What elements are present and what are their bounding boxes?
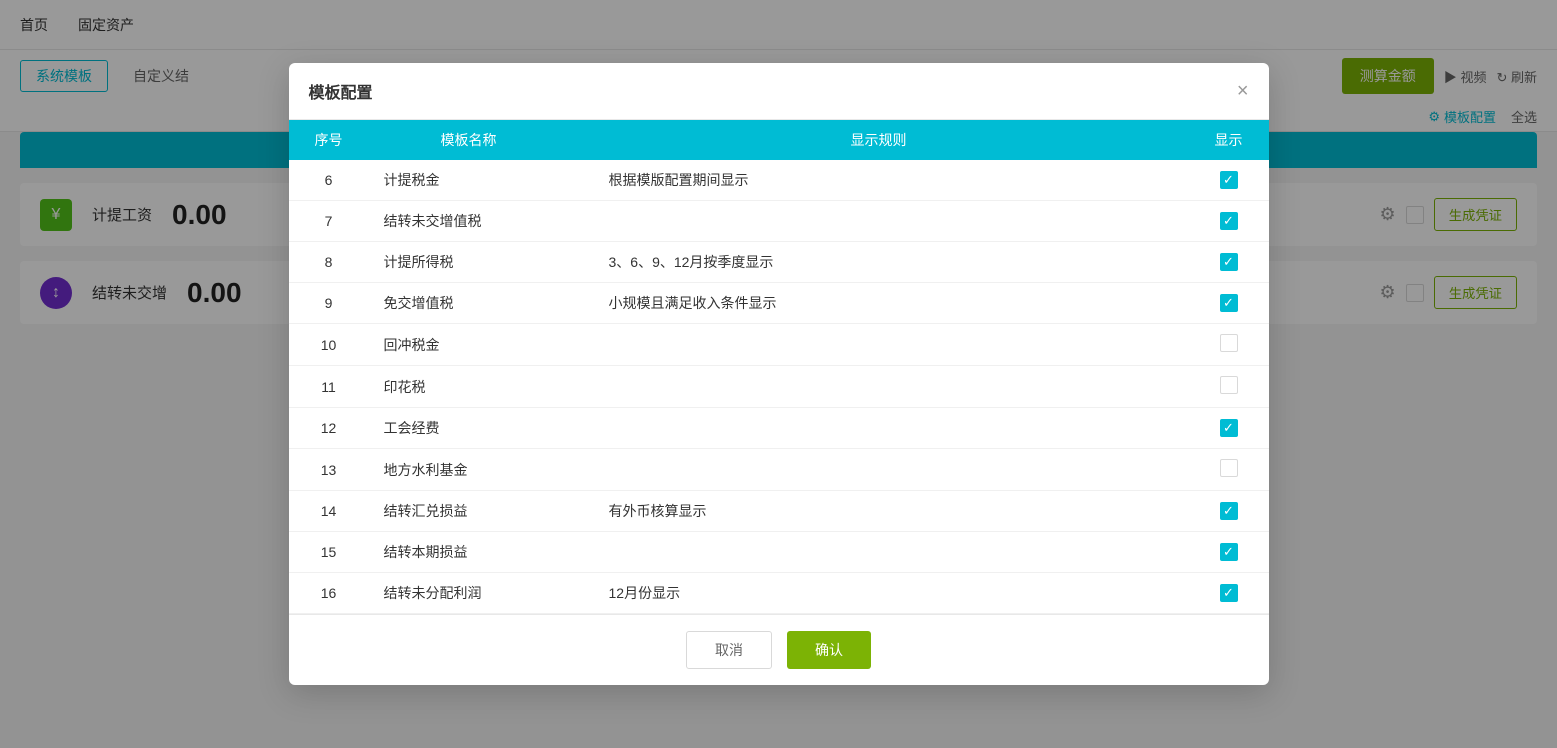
row-display-cell	[1189, 366, 1269, 408]
dialog-body: 序号 模板名称 显示规则 显示 6计提税金根据模版配置期间显示✓7结转未交增值税…	[289, 120, 1269, 614]
row-display-cell: ✓	[1189, 532, 1269, 573]
row-checkbox[interactable]: ✓	[1220, 253, 1238, 271]
row-rule: 有外币核算显示	[569, 491, 1189, 532]
table-header-row: 序号 模板名称 显示规则 显示	[289, 120, 1269, 160]
table-row: 15结转本期损益 ✓	[289, 532, 1269, 573]
row-rule	[569, 449, 1189, 491]
row-name: 计提税金	[369, 160, 569, 201]
table-row: 10回冲税金	[289, 324, 1269, 366]
row-rule: 小规模且满足收入条件显示	[569, 283, 1189, 324]
row-seq: 14	[289, 491, 369, 532]
row-name: 回冲税金	[369, 324, 569, 366]
row-seq: 11	[289, 366, 369, 408]
row-rule: 3、6、9、12月按季度显示	[569, 242, 1189, 283]
row-seq: 12	[289, 408, 369, 449]
row-display-cell: ✓	[1189, 201, 1269, 242]
row-rule	[569, 324, 1189, 366]
col-display: 显示	[1189, 120, 1269, 160]
row-checkbox[interactable]	[1220, 376, 1238, 394]
dialog-header: 模板配置 ×	[289, 63, 1269, 120]
row-seq: 9	[289, 283, 369, 324]
row-display-cell: ✓	[1189, 160, 1269, 201]
row-seq: 16	[289, 573, 369, 614]
row-display-cell: ✓	[1189, 573, 1269, 614]
col-rule: 显示规则	[569, 120, 1189, 160]
col-name: 模板名称	[369, 120, 569, 160]
table-row: 13地方水利基金	[289, 449, 1269, 491]
row-seq: 13	[289, 449, 369, 491]
row-display-cell: ✓	[1189, 491, 1269, 532]
row-checkbox[interactable]	[1220, 334, 1238, 352]
table-row: 11印花税	[289, 366, 1269, 408]
dialog-close-button[interactable]: ×	[1237, 81, 1249, 101]
row-name: 地方水利基金	[369, 449, 569, 491]
row-display-cell	[1189, 324, 1269, 366]
row-rule	[569, 408, 1189, 449]
table-row: 6计提税金根据模版配置期间显示 ✓	[289, 160, 1269, 201]
table-row: 12工会经费 ✓	[289, 408, 1269, 449]
modal-overlay: 模板配置 × 序号 模板名称 显示规则 显示 6计提税金根据模版配置期间显	[0, 0, 1557, 748]
row-rule: 根据模版配置期间显示	[569, 160, 1189, 201]
table-row: 7结转未交增值税 ✓	[289, 201, 1269, 242]
row-checkbox[interactable]: ✓	[1220, 419, 1238, 437]
row-rule	[569, 532, 1189, 573]
row-name: 计提所得税	[369, 242, 569, 283]
row-name: 免交增值税	[369, 283, 569, 324]
row-rule	[569, 366, 1189, 408]
row-checkbox[interactable]: ✓	[1220, 171, 1238, 189]
row-display-cell: ✓	[1189, 408, 1269, 449]
row-name: 工会经费	[369, 408, 569, 449]
row-display-cell: ✓	[1189, 283, 1269, 324]
table-row: 14结转汇兑损益有外币核算显示 ✓	[289, 491, 1269, 532]
row-display-cell	[1189, 449, 1269, 491]
row-display-cell: ✓	[1189, 242, 1269, 283]
row-name: 结转汇兑损益	[369, 491, 569, 532]
cancel-button[interactable]: 取消	[686, 631, 772, 669]
row-seq: 15	[289, 532, 369, 573]
row-seq: 7	[289, 201, 369, 242]
col-seq: 序号	[289, 120, 369, 160]
config-table-body: 6计提税金根据模版配置期间显示✓7结转未交增值税✓8计提所得税3、6、9、12月…	[289, 160, 1269, 614]
row-checkbox[interactable]: ✓	[1220, 584, 1238, 602]
confirm-button[interactable]: 确认	[787, 631, 871, 669]
dialog-title: 模板配置	[309, 79, 373, 103]
table-row: 9免交增值税小规模且满足收入条件显示 ✓	[289, 283, 1269, 324]
row-seq: 6	[289, 160, 369, 201]
dialog-footer: 取消 确认	[289, 614, 1269, 685]
row-name: 结转未分配利润	[369, 573, 569, 614]
row-checkbox[interactable]: ✓	[1220, 543, 1238, 561]
row-rule: 12月份显示	[569, 573, 1189, 614]
table-scroll-area[interactable]: 序号 模板名称 显示规则 显示 6计提税金根据模版配置期间显示✓7结转未交增值税…	[289, 120, 1269, 614]
row-checkbox[interactable]	[1220, 459, 1238, 477]
row-seq: 10	[289, 324, 369, 366]
template-config-dialog: 模板配置 × 序号 模板名称 显示规则 显示 6计提税金根据模版配置期间显	[289, 63, 1269, 685]
table-row: 8计提所得税3、6、9、12月按季度显示 ✓	[289, 242, 1269, 283]
row-name: 印花税	[369, 366, 569, 408]
row-seq: 8	[289, 242, 369, 283]
row-checkbox[interactable]: ✓	[1220, 294, 1238, 312]
row-name: 结转未交增值税	[369, 201, 569, 242]
row-checkbox[interactable]: ✓	[1220, 502, 1238, 520]
row-name: 结转本期损益	[369, 532, 569, 573]
table-row: 16结转未分配利润12月份显示 ✓	[289, 573, 1269, 614]
row-rule	[569, 201, 1189, 242]
config-table: 序号 模板名称 显示规则 显示 6计提税金根据模版配置期间显示✓7结转未交增值税…	[289, 120, 1269, 614]
row-checkbox[interactable]: ✓	[1220, 212, 1238, 230]
